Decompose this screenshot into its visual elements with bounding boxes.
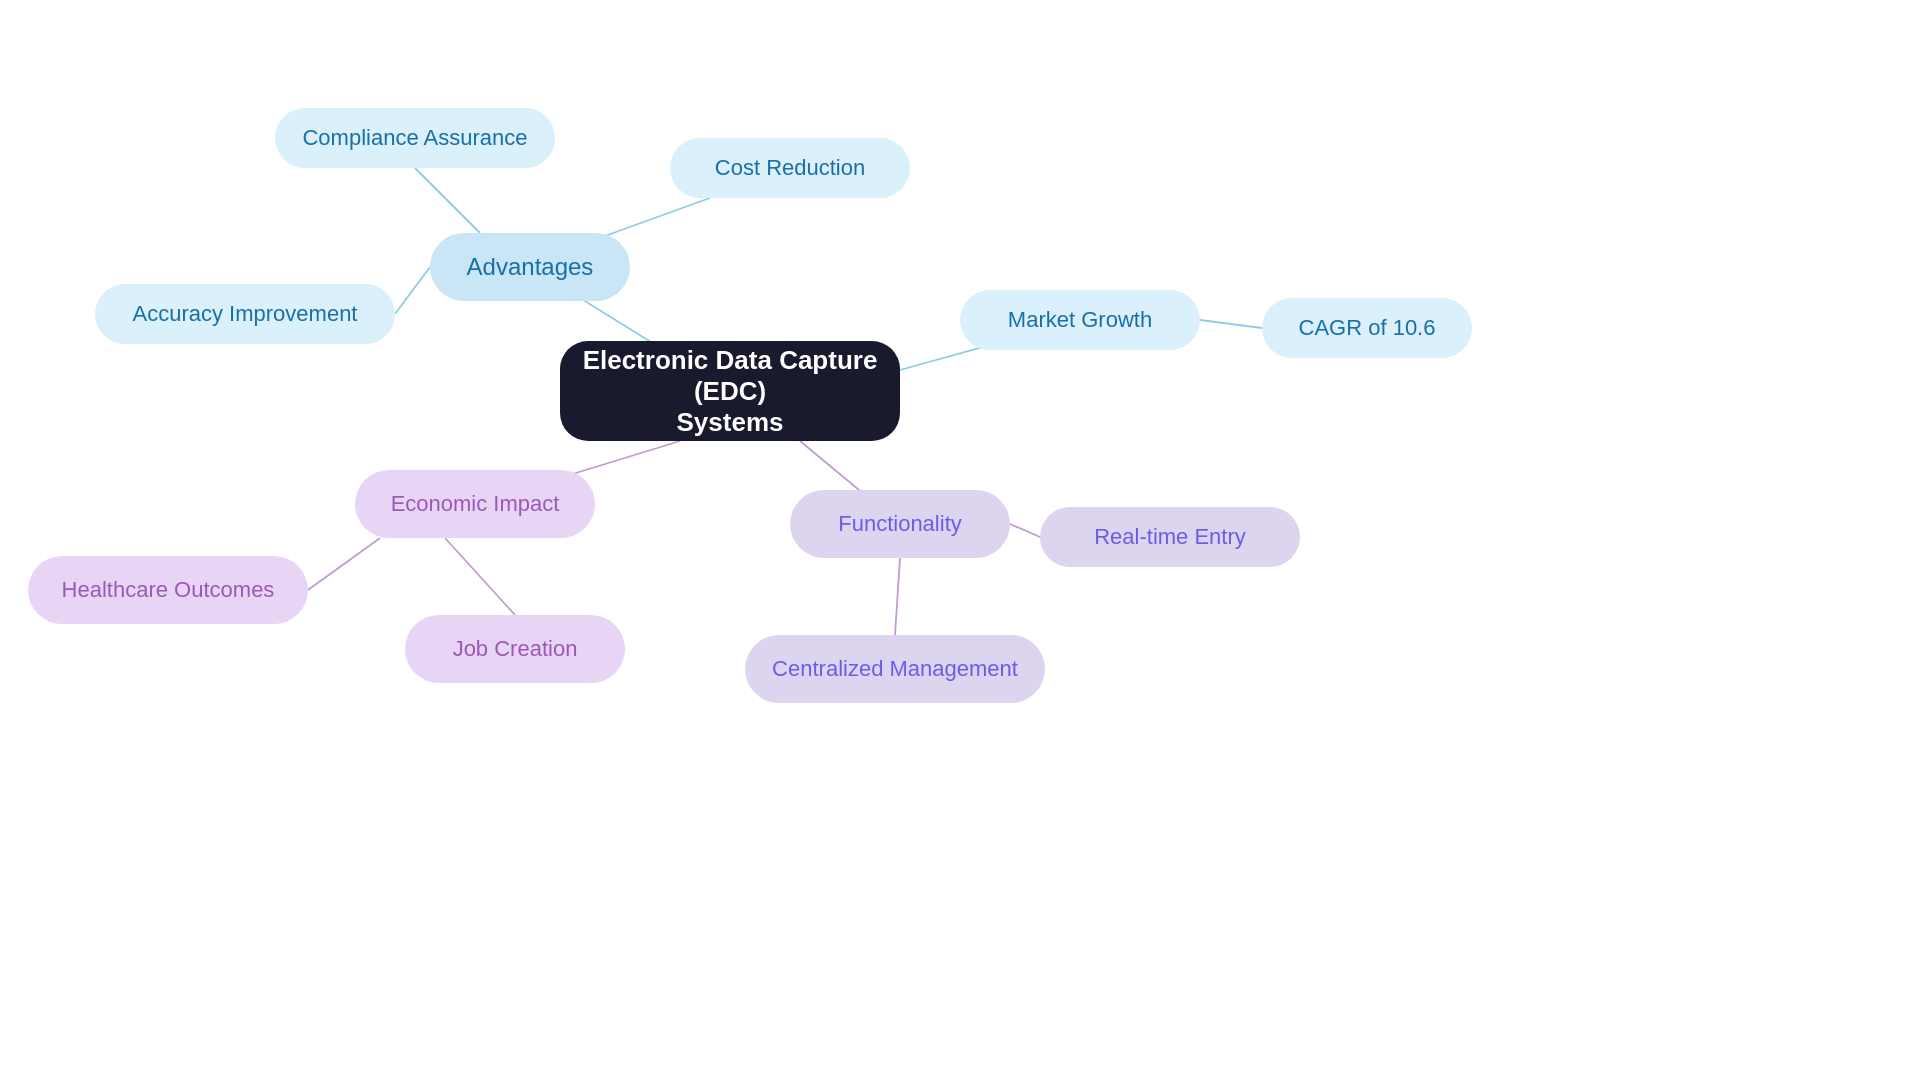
job-creation-node: Job Creation	[405, 615, 625, 683]
job-creation-label: Job Creation	[453, 636, 578, 662]
healthcare-label: Healthcare Outcomes	[62, 577, 275, 603]
svg-line-5	[1200, 320, 1262, 328]
center-node: Electronic Data Capture (EDC)Systems	[560, 341, 900, 441]
svg-line-7	[308, 538, 380, 590]
accuracy-node: Accuracy Improvement	[95, 284, 395, 344]
advantages-label: Advantages	[467, 253, 594, 281]
svg-line-11	[895, 558, 900, 635]
svg-line-3	[395, 267, 430, 314]
cagr-label: CAGR of 10.6	[1299, 315, 1436, 341]
cost-reduction-label: Cost Reduction	[715, 155, 865, 181]
economic-impact-label: Economic Impact	[391, 491, 560, 517]
compliance-node: Compliance Assurance	[275, 108, 555, 168]
realtime-label: Real-time Entry	[1094, 524, 1246, 550]
healthcare-node: Healthcare Outcomes	[28, 556, 308, 624]
functionality-label: Functionality	[838, 511, 962, 537]
centralized-label: Centralized Management	[772, 656, 1018, 682]
center-label: Electronic Data Capture (EDC)Systems	[560, 345, 900, 438]
centralized-node: Centralized Management	[745, 635, 1045, 703]
realtime-node: Real-time Entry	[1040, 507, 1300, 567]
advantages-node: Advantages	[430, 233, 630, 301]
accuracy-label: Accuracy Improvement	[133, 301, 358, 327]
market-growth-label: Market Growth	[1008, 307, 1152, 333]
svg-line-1	[415, 168, 480, 233]
cagr-node: CAGR of 10.6	[1262, 298, 1472, 358]
market-growth-node: Market Growth	[960, 290, 1200, 350]
svg-line-8	[445, 538, 515, 615]
svg-line-10	[1010, 524, 1040, 537]
economic-impact-node: Economic Impact	[355, 470, 595, 538]
cost-reduction-node: Cost Reduction	[670, 138, 910, 198]
compliance-label: Compliance Assurance	[302, 125, 527, 151]
functionality-node: Functionality	[790, 490, 1010, 558]
